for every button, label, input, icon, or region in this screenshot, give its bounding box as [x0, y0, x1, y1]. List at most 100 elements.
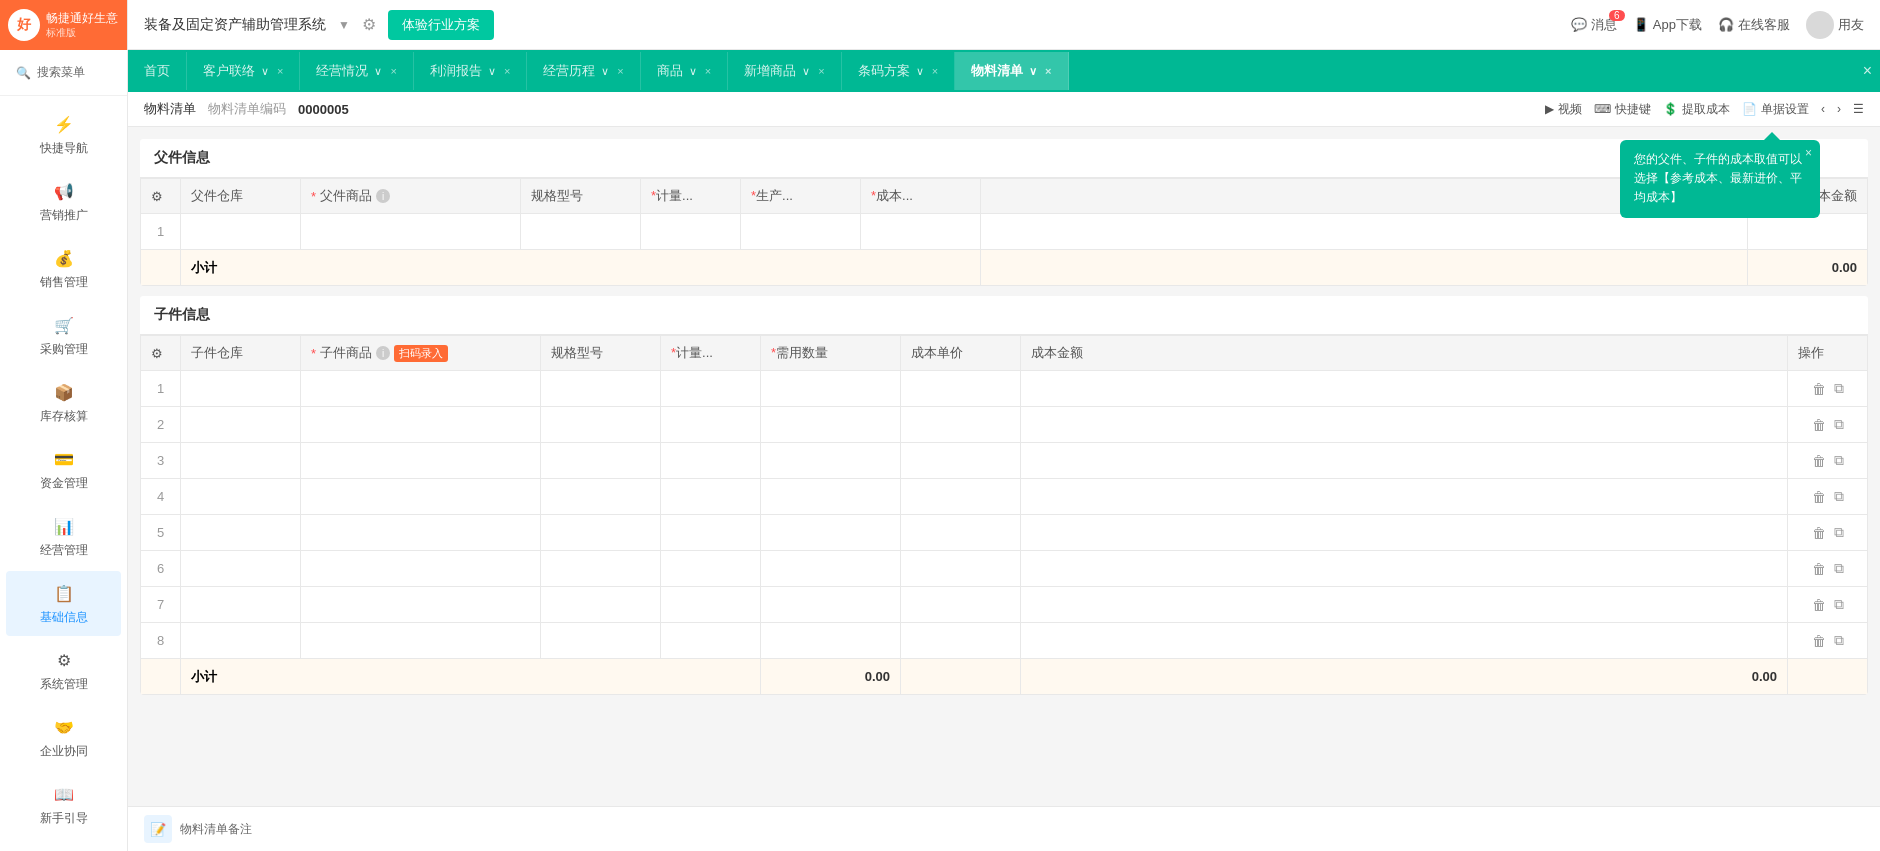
child-qty-4[interactable]: [761, 479, 901, 515]
tab-close-bom[interactable]: ×: [1045, 65, 1051, 77]
sidebar-item-operations[interactable]: 📊 经营管理: [6, 504, 121, 569]
tab-close-operation[interactable]: ×: [390, 65, 396, 77]
nav-tab-operation[interactable]: 经营情况∨×: [300, 52, 413, 90]
tab-close-new_goods[interactable]: ×: [818, 65, 824, 77]
parent-prod-cell[interactable]: [741, 214, 861, 250]
child-goods-3[interactable]: [301, 443, 541, 479]
nav-tab-bom[interactable]: 物料清单∨×: [955, 52, 1068, 90]
delete-icon-5[interactable]: 🗑: [1812, 525, 1826, 541]
child-goods-2[interactable]: [301, 407, 541, 443]
tab-arrow-operation[interactable]: ∨: [374, 65, 382, 78]
sidebar-item-purchase[interactable]: 🛒 采购管理: [6, 303, 121, 368]
delete-icon-8[interactable]: 🗑: [1812, 633, 1826, 649]
nav-tab-goods[interactable]: 商品∨×: [641, 52, 728, 90]
trial-button[interactable]: 体验行业方案: [388, 10, 494, 40]
child-qty-2[interactable]: [761, 407, 901, 443]
tab-arrow-barcode[interactable]: ∨: [916, 65, 924, 78]
tab-close-goods[interactable]: ×: [705, 65, 711, 77]
child-qty-7[interactable]: [761, 587, 901, 623]
child-unit-8[interactable]: [661, 623, 761, 659]
child-qty-8[interactable]: [761, 623, 901, 659]
nav-tab-history[interactable]: 经营历程∨×: [527, 52, 640, 90]
tab-arrow-new_goods[interactable]: ∨: [802, 65, 810, 78]
child-qty-3[interactable]: [761, 443, 901, 479]
child-unit-cost-1[interactable]: [901, 371, 1021, 407]
child-col-gear[interactable]: ⚙: [141, 336, 181, 371]
child-qty-6[interactable]: [761, 551, 901, 587]
copy-icon-7[interactable]: ⧉: [1834, 596, 1844, 613]
parent-goods-cell[interactable]: [301, 214, 521, 250]
copy-icon-4[interactable]: ⧉: [1834, 488, 1844, 505]
app-download-item[interactable]: 📱 App下载: [1633, 16, 1702, 34]
sidebar-item-system[interactable]: ⚙ 系统管理: [6, 638, 121, 703]
child-unit-1[interactable]: [661, 371, 761, 407]
child-warehouse-7[interactable]: [181, 587, 301, 623]
copy-icon-5[interactable]: ⧉: [1834, 524, 1844, 541]
delete-icon-1[interactable]: 🗑: [1812, 381, 1826, 397]
search-menu-button[interactable]: 🔍 搜索菜单: [8, 58, 119, 87]
tab-close-barcode[interactable]: ×: [932, 65, 938, 77]
child-goods-1[interactable]: [301, 371, 541, 407]
child-goods-7[interactable]: [301, 587, 541, 623]
parent-unit-cell[interactable]: [641, 214, 741, 250]
child-warehouse-6[interactable]: [181, 551, 301, 587]
child-unit-cost-7[interactable]: [901, 587, 1021, 623]
sidebar-item-marketing[interactable]: 📢 营销推广: [6, 169, 121, 234]
doc-settings-action[interactable]: 📄 单据设置: [1742, 101, 1809, 118]
nav-tab-profit[interactable]: 利润报告∨×: [414, 52, 527, 90]
nav-tab-barcode[interactable]: 条码方案∨×: [842, 52, 955, 90]
child-goods-info-icon[interactable]: i: [376, 346, 390, 360]
child-unit-7[interactable]: [661, 587, 761, 623]
child-warehouse-2[interactable]: [181, 407, 301, 443]
online-service-item[interactable]: 🎧 在线客服: [1718, 16, 1790, 34]
shortcut-action[interactable]: ⌨ 快捷键: [1594, 101, 1651, 118]
child-unit-cost-3[interactable]: [901, 443, 1021, 479]
child-unit-cost-5[interactable]: [901, 515, 1021, 551]
tab-arrow-customer[interactable]: ∨: [261, 65, 269, 78]
child-spec-6[interactable]: [541, 551, 661, 587]
parent-cost-cell[interactable]: [861, 214, 981, 250]
messages-item[interactable]: 💬 消息 6: [1571, 16, 1617, 34]
child-qty-5[interactable]: [761, 515, 901, 551]
video-action[interactable]: ▶ 视频: [1545, 101, 1582, 118]
sidebar-item-enterprise[interactable]: 🤝 企业协同: [6, 705, 121, 770]
tab-arrow-goods[interactable]: ∨: [689, 65, 697, 78]
tab-arrow-bom[interactable]: ∨: [1029, 65, 1037, 78]
child-goods-6[interactable]: [301, 551, 541, 587]
child-unit-cost-8[interactable]: [901, 623, 1021, 659]
sidebar-item-quick-nav[interactable]: ⚡ 快捷导航: [6, 102, 121, 167]
nav-tab-home[interactable]: 首页: [128, 52, 187, 90]
parent-goods-info-icon[interactable]: i: [376, 189, 390, 203]
child-warehouse-4[interactable]: [181, 479, 301, 515]
sidebar-item-sales[interactable]: 💰 销售管理: [6, 236, 121, 301]
nav-prev-action[interactable]: ‹: [1821, 102, 1825, 116]
child-spec-1[interactable]: [541, 371, 661, 407]
tab-close-customer[interactable]: ×: [277, 65, 283, 77]
tab-close-profit[interactable]: ×: [504, 65, 510, 77]
tooltip-close-button[interactable]: ×: [1805, 144, 1812, 163]
copy-icon-8[interactable]: ⧉: [1834, 632, 1844, 649]
sidebar-item-basic-info[interactable]: 📋 基础信息: [6, 571, 121, 636]
delete-icon-7[interactable]: 🗑: [1812, 597, 1826, 613]
child-unit-cost-4[interactable]: [901, 479, 1021, 515]
nav-next-action[interactable]: ›: [1837, 102, 1841, 116]
child-spec-5[interactable]: [541, 515, 661, 551]
delete-icon-6[interactable]: 🗑: [1812, 561, 1826, 577]
parent-col-gear[interactable]: ⚙: [141, 179, 181, 214]
child-unit-6[interactable]: [661, 551, 761, 587]
child-spec-7[interactable]: [541, 587, 661, 623]
child-goods-8[interactable]: [301, 623, 541, 659]
extract-cost-action[interactable]: 💲 提取成本: [1663, 101, 1730, 118]
tab-close-history[interactable]: ×: [617, 65, 623, 77]
sidebar-item-guide[interactable]: 📖 新手引导: [6, 772, 121, 837]
child-spec-8[interactable]: [541, 623, 661, 659]
delete-icon-3[interactable]: 🗑: [1812, 453, 1826, 469]
child-warehouse-3[interactable]: [181, 443, 301, 479]
tab-arrow-history[interactable]: ∨: [601, 65, 609, 78]
delete-icon-4[interactable]: 🗑: [1812, 489, 1826, 505]
delete-icon-2[interactable]: 🗑: [1812, 417, 1826, 433]
sidebar-item-inventory[interactable]: 📦 库存核算: [6, 370, 121, 435]
child-spec-4[interactable]: [541, 479, 661, 515]
child-unit-5[interactable]: [661, 515, 761, 551]
child-goods-4[interactable]: [301, 479, 541, 515]
